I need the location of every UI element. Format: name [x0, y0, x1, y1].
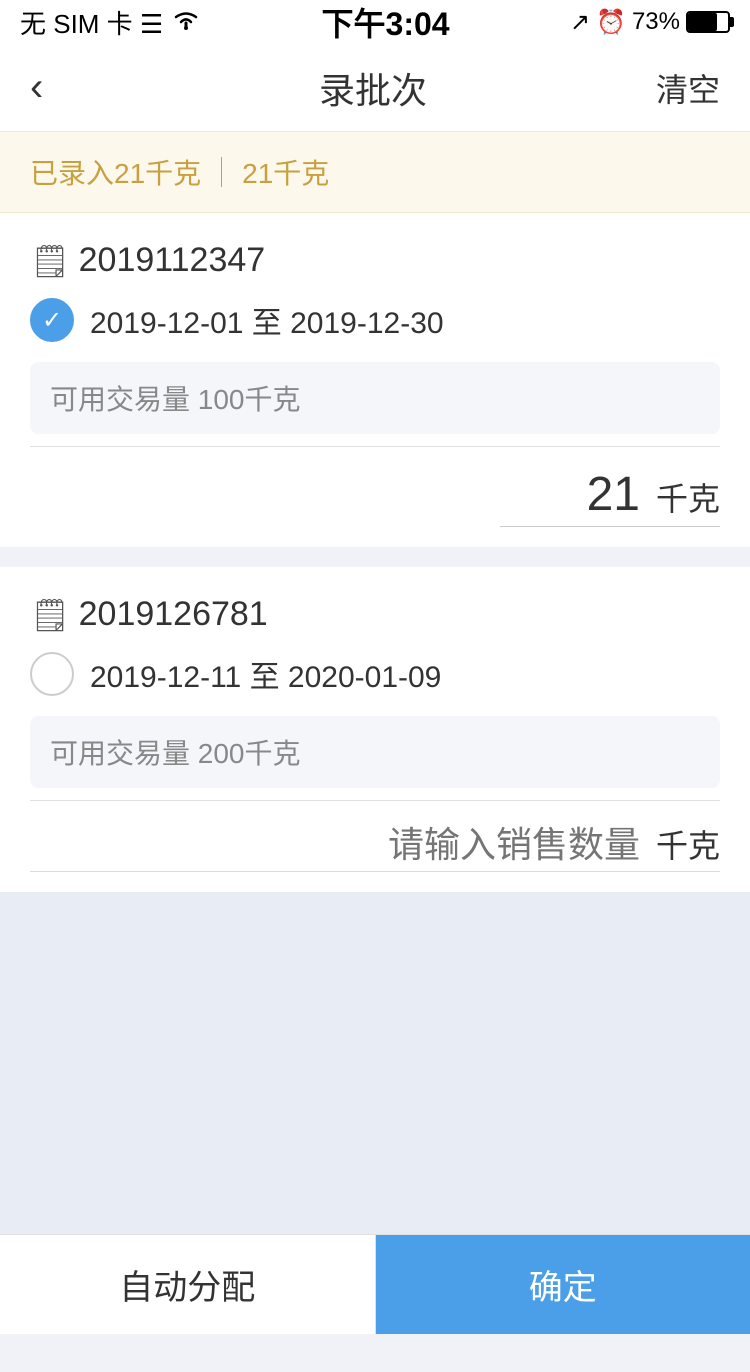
batch-1-card: 🗒 2019112347 ✓ 2019-12-01 至 2019-12-30 可…: [0, 213, 750, 547]
amount-line-2: [30, 871, 720, 872]
batch-2-unit: 千克: [656, 821, 720, 867]
status-right: ↗ ⏰ 73%: [570, 8, 730, 37]
status-bar: 无 SIM 卡 ☰ 下午3:04 ↗ ⏰ 73%: [0, 0, 750, 44]
battery-icon: [686, 11, 730, 33]
batch-2-card: 🗒 2019126781 2019-12-11 至 2020-01-09 可用交…: [0, 567, 750, 892]
batch-1-availability: 可用交易量 100千克: [30, 362, 720, 434]
section-divider-1: [0, 547, 750, 567]
batch-1-header: 🗒 2019112347: [0, 213, 750, 290]
clear-button[interactable]: 清空: [656, 65, 720, 111]
batch-1-date-row[interactable]: ✓ 2019-12-01 至 2019-12-30: [0, 290, 750, 350]
batch-2-id: 2019126781: [79, 595, 268, 634]
batch-2-input-row: 千克: [0, 801, 750, 892]
auto-distribute-button[interactable]: 自动分配: [0, 1235, 376, 1334]
batch-2-date-row[interactable]: 2019-12-11 至 2020-01-09: [0, 644, 750, 704]
batch-1-icon: 🗒: [30, 242, 71, 280]
batch-2-availability: 可用交易量 200千克: [30, 716, 720, 788]
info-divider: [221, 157, 222, 187]
batch-1-amount: 21: [587, 467, 640, 522]
check-icon: ✓: [42, 306, 62, 335]
no-sim-text: 无 SIM 卡 ☰: [20, 4, 163, 41]
batch-2-radio[interactable]: [30, 652, 74, 696]
status-left: 无 SIM 卡 ☰: [20, 4, 201, 41]
nav-bar: ‹ 录批次 清空: [0, 44, 750, 132]
batch-1-amount-row: 21 千克: [0, 447, 750, 547]
amount-line-1: [500, 526, 720, 527]
page-title: 录批次: [319, 62, 427, 114]
footer: 自动分配 确定: [0, 1234, 750, 1334]
confirm-button[interactable]: 确定: [376, 1235, 750, 1334]
info-value: 21千克: [242, 152, 329, 192]
alarm-icon: ⏰: [596, 8, 626, 37]
batch-2-icon: 🗒: [30, 596, 71, 634]
batch-1-id: 2019112347: [79, 241, 266, 280]
back-button[interactable]: ‹: [30, 65, 90, 110]
info-entered-label: 已录入21千克: [30, 152, 201, 192]
bottom-empty-area: [0, 892, 750, 1272]
batch-2-header: 🗒 2019126781: [0, 567, 750, 644]
info-bar: 已录入21千克 21千克: [0, 132, 750, 213]
wifi-icon: [171, 7, 201, 38]
batch-2-quantity-input[interactable]: [360, 824, 640, 866]
location-icon: ↗: [570, 8, 590, 37]
batch-1-unit: 千克: [656, 474, 720, 520]
batch-2-date: 2019-12-11 至 2020-01-09: [90, 652, 441, 696]
battery-percent: 73%: [632, 8, 680, 36]
batch-1-date: 2019-12-01 至 2019-12-30: [90, 298, 444, 342]
status-time: 下午3:04: [322, 0, 450, 45]
batch-1-radio[interactable]: ✓: [30, 298, 74, 342]
